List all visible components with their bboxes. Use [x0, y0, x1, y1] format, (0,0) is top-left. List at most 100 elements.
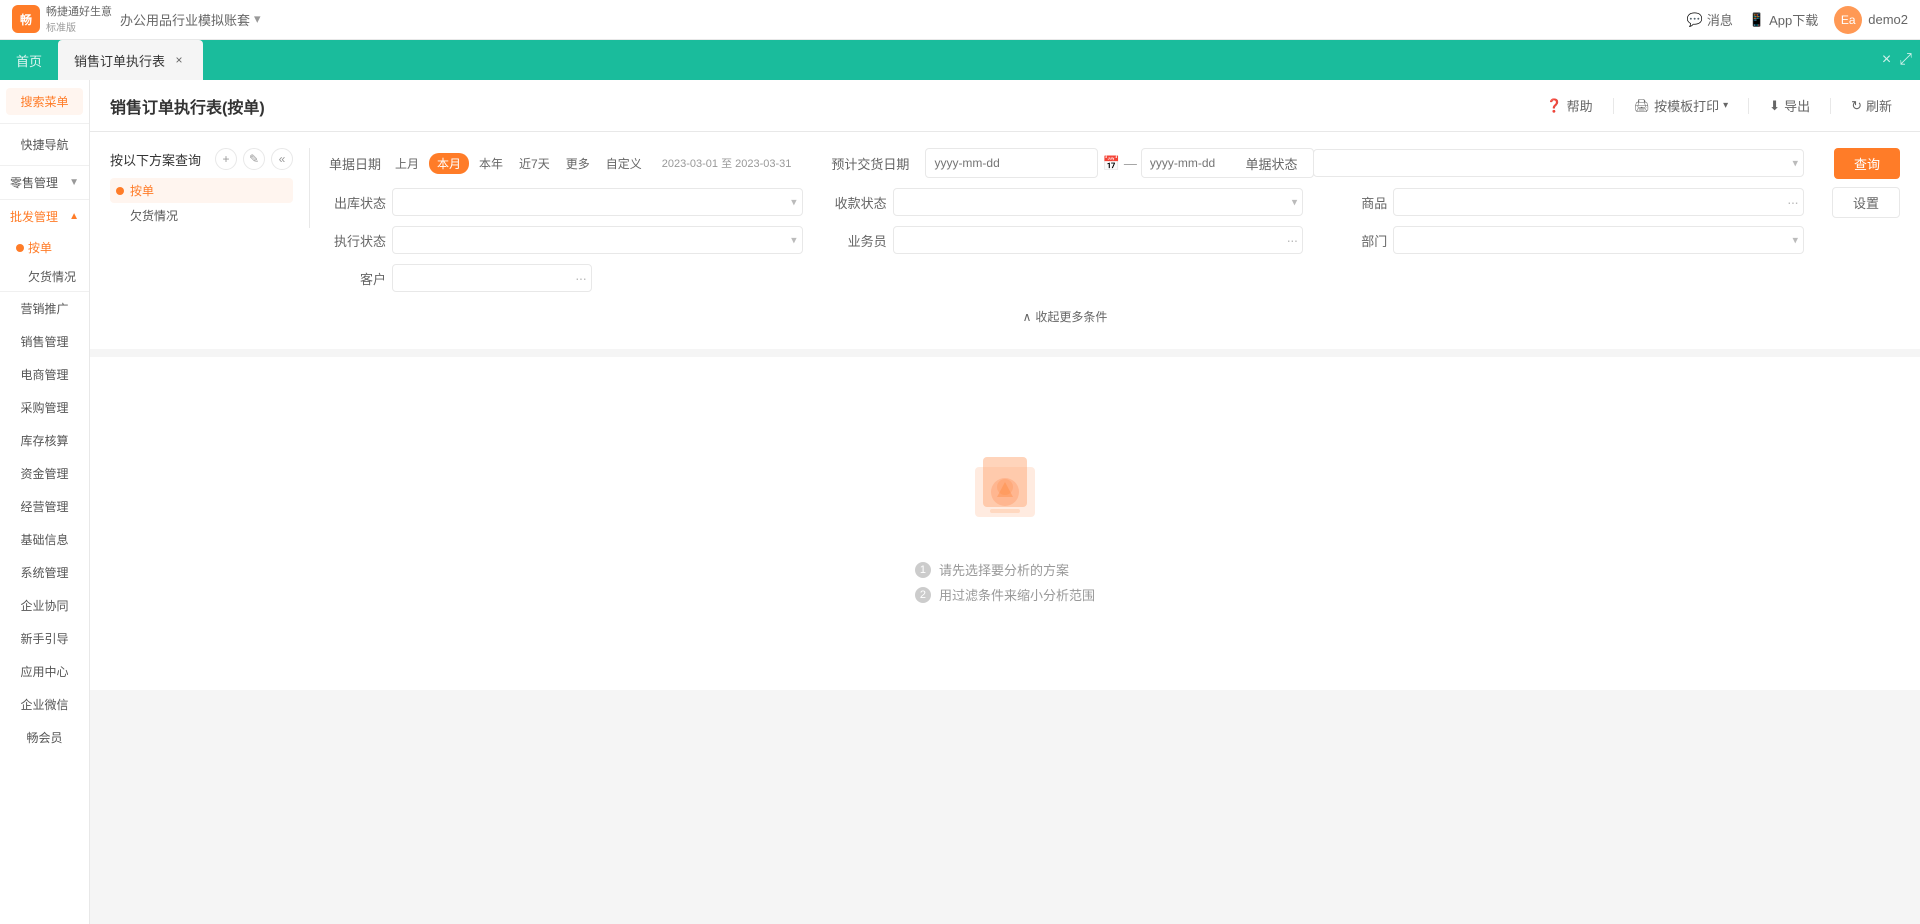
breadcrumb-arrow-icon[interactable]: ▾	[254, 11, 261, 27]
sidebar-item-enterprise[interactable]: 企业协同	[0, 589, 89, 622]
collapse-icon: ∧	[1023, 310, 1032, 324]
date-tab-more[interactable]: 更多	[560, 153, 596, 174]
salesperson-label: 业务员	[827, 231, 887, 250]
date-tab-this-year[interactable]: 本年	[473, 153, 509, 174]
sidebar-item-ecommerce[interactable]: 电商管理	[0, 358, 89, 391]
divider3	[1830, 98, 1831, 114]
scheme-active-icon	[116, 187, 124, 195]
search-button[interactable]: 查询	[1834, 148, 1900, 179]
message-icon: 💬	[1687, 12, 1703, 28]
customer-wrap: ···	[392, 264, 592, 292]
export-button[interactable]: ⬇ 导出	[1761, 92, 1818, 119]
scheme-order-label: 按单	[130, 182, 154, 199]
sidebar-item-member[interactable]: 畅会员	[0, 721, 89, 754]
sidebar-member-label: 畅会员	[26, 729, 62, 746]
goods-wrap: ···	[1393, 188, 1804, 216]
status-select[interactable]	[1313, 149, 1804, 177]
sidebar-item-operation[interactable]: 经营管理	[0, 490, 89, 523]
tab-sales-order[interactable]: 销售订单执行表 ×	[58, 40, 203, 80]
search-menu-button[interactable]: 搜索菜单	[6, 88, 83, 115]
logo-icon: 畅	[12, 5, 40, 33]
date-range-text: 2023-03-01 至 2023-03-31	[662, 155, 792, 171]
filter-field-salesperson: 业务员 ···	[827, 226, 1304, 254]
sidebar-item-sales[interactable]: 销售管理	[0, 325, 89, 358]
execstatus-select[interactable]	[392, 226, 803, 254]
dept-select[interactable]	[1393, 226, 1804, 254]
empty-tip-1: 1 请先选择要分析的方案	[915, 560, 1095, 579]
help-button[interactable]: ❓ 帮助	[1538, 92, 1600, 119]
sidebar-sub-item-backorder[interactable]: 欠货情况	[0, 262, 89, 291]
message-button[interactable]: 💬 消息	[1687, 10, 1733, 29]
salesperson-input[interactable]	[893, 226, 1304, 254]
sidebar-item-wechat[interactable]: 企业微信	[0, 688, 89, 721]
app-download-button[interactable]: 📱 App下载	[1749, 10, 1818, 29]
sidebar-item-finance[interactable]: 资金管理	[0, 457, 89, 490]
tab-close-window-icon[interactable]: ×	[1882, 52, 1891, 68]
sidebar-quick-nav: 快捷导航	[0, 124, 89, 166]
scheme-item-backorder[interactable]: 欠货情况	[110, 203, 293, 228]
customer-input[interactable]	[392, 264, 592, 292]
print-button[interactable]: 🖨 按模板打印 ▾	[1626, 92, 1737, 119]
receiptstatus-select[interactable]	[893, 188, 1304, 216]
sidebar-item-marketing[interactable]: 营销推广	[0, 292, 89, 325]
tab-maximize-icon[interactable]: ⤢	[1899, 52, 1912, 68]
message-label: 消息	[1707, 10, 1733, 29]
edit-scheme-button[interactable]: ✎	[243, 148, 265, 170]
empty-tip-2: 2 用过滤条件来缩小分析范围	[915, 585, 1095, 604]
setting-button[interactable]: 设置	[1832, 187, 1900, 218]
expected-date-start[interactable]	[925, 148, 1098, 178]
filter-field-receiptstatus: 收款状态 ▾	[827, 188, 1304, 216]
sidebar-sub-item-order[interactable]: 按单	[0, 233, 89, 262]
refresh-icon: ↻	[1851, 98, 1862, 114]
filter-date-row: 单据日期 上月 本月 本年 近7天 更多 自定义 2023-03-01 至 20…	[326, 148, 1804, 178]
sidebar-item-newbie[interactable]: 新手引导	[0, 622, 89, 655]
sidebar-item-quick-nav[interactable]: 快捷导航	[0, 128, 89, 161]
date-tab-this-month[interactable]: 本月	[429, 153, 469, 174]
logo-text-area: 畅捷通好生意 标准版	[46, 5, 112, 34]
collapse-scheme-button[interactable]: «	[271, 148, 293, 170]
sidebar-item-purchase[interactable]: 采购管理	[0, 391, 89, 424]
sidebar-item-retail[interactable]: 零售管理 ▼	[0, 166, 89, 199]
date-label: 单据日期	[326, 154, 381, 173]
outstatus-wrap: ▾	[392, 188, 803, 216]
main-layout: 搜索菜单 快捷导航 零售管理 ▼ 批发管理 ▲ 按单 欠货情况	[0, 80, 1920, 924]
sidebar-item-system[interactable]: 系统管理	[0, 556, 89, 589]
collapse-button[interactable]: ∧ 收起更多条件	[326, 300, 1804, 333]
tab-home[interactable]: 首页	[0, 40, 58, 80]
execstatus-label: 执行状态	[326, 231, 386, 250]
add-scheme-button[interactable]: +	[215, 148, 237, 170]
filter-scheme-label: 按以下方案查询	[110, 150, 201, 169]
empty-tips-list: 1 请先选择要分析的方案 2 用过滤条件来缩小分析范围	[915, 560, 1095, 610]
date-tab-last-month[interactable]: 上月	[389, 153, 425, 174]
sidebar-item-appcenter[interactable]: 应用中心	[0, 655, 89, 688]
user-area[interactable]: Ea demo2	[1834, 6, 1908, 34]
tip1-text: 请先选择要分析的方案	[939, 560, 1069, 579]
goods-input[interactable]	[1393, 188, 1804, 216]
page-header: 销售订单执行表(按单) ❓ 帮助 🖨 按模板打印 ▾ ⬇ 导出	[90, 80, 1920, 132]
execstatus-wrap: ▾	[392, 226, 803, 254]
date-tabs-group: 上月 本月 本年 近7天 更多 自定义	[389, 153, 648, 174]
refresh-label: 刷新	[1866, 96, 1892, 115]
date-tab-7days[interactable]: 近7天	[513, 153, 556, 174]
topbar-right: 💬 消息 📱 App下载 Ea demo2	[1687, 6, 1908, 34]
sidebar-marketing-label: 营销推广	[20, 300, 68, 317]
sidebar-inventory-label: 库存核算	[20, 432, 68, 449]
page-actions: ❓ 帮助 🖨 按模板打印 ▾ ⬇ 导出 ↻ 刷新	[1538, 92, 1900, 119]
logo-sub: 标准版	[46, 19, 112, 34]
scheme-item-order[interactable]: 按单	[110, 178, 293, 203]
filter-area: 按以下方案查询 + ✎ « 按单 欠货情况	[90, 132, 1920, 349]
sidebar-item-inventory[interactable]: 库存核算	[0, 424, 89, 457]
date-separator: —	[1124, 156, 1137, 171]
date-tab-custom[interactable]: 自定义	[600, 153, 648, 174]
collapse-label: 收起更多条件	[1035, 308, 1107, 325]
refresh-button[interactable]: ↻ 刷新	[1843, 92, 1900, 119]
outstatus-select[interactable]	[392, 188, 803, 216]
tab-close-icon[interactable]: ×	[171, 52, 187, 68]
sidebar-item-basic[interactable]: 基础信息	[0, 523, 89, 556]
print-arrow-icon: ▾	[1723, 100, 1728, 111]
topbar: 畅 畅捷通好生意 标准版 办公用品行业模拟账套 ▾ 💬 消息 📱 App下载 E…	[0, 0, 1920, 40]
filter-field-outstatus: 出库状态 ▾	[326, 188, 803, 216]
sidebar-item-wholesale[interactable]: 批发管理 ▲	[0, 200, 89, 233]
dept-wrap: ▾	[1393, 226, 1804, 254]
logo-text: 畅捷通好生意	[46, 5, 112, 19]
